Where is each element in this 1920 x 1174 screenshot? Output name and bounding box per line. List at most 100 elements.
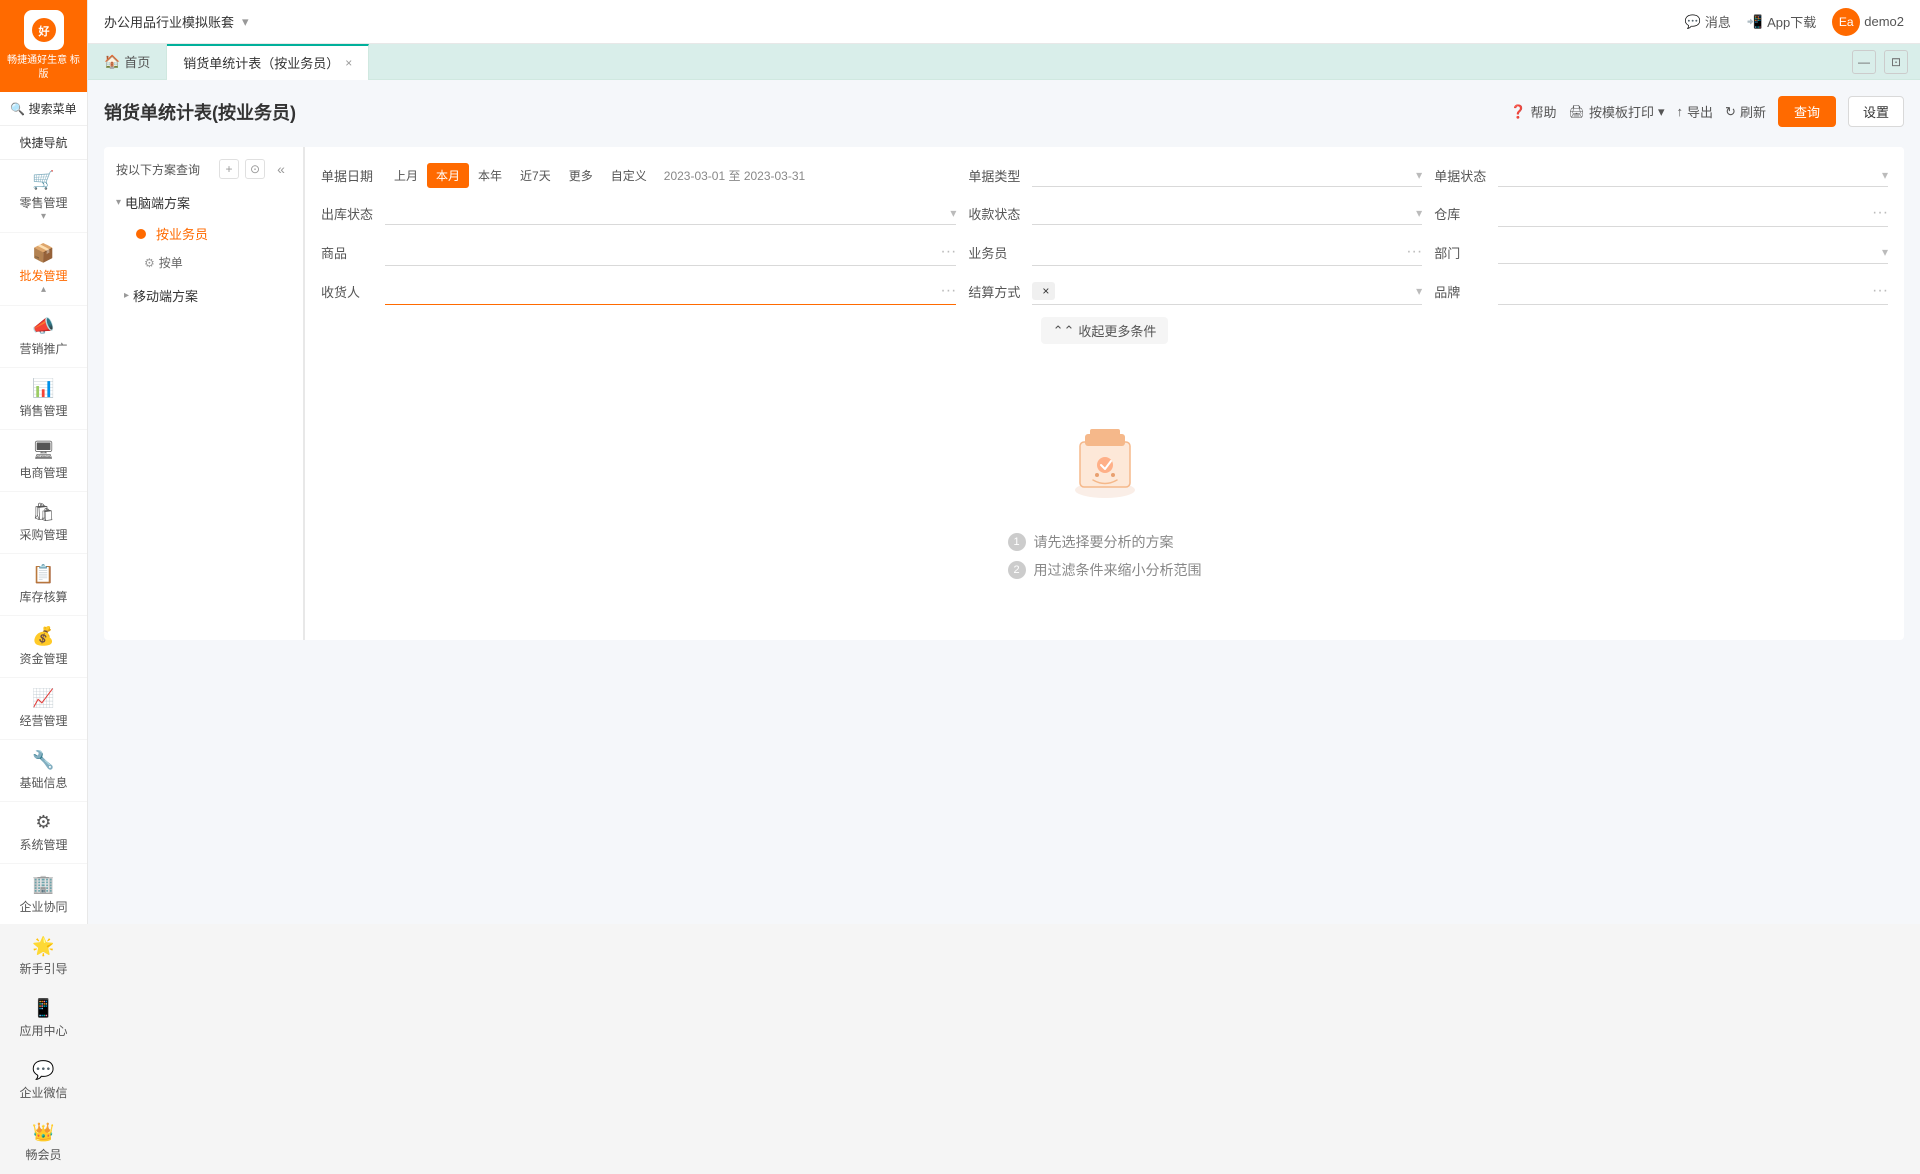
filter-row-1: 单据日期 上月 本月 本年 近7天 更多 自定义 2023-03-01 至 20… [321, 163, 1888, 188]
print-btn[interactable]: 🖨 按模板打印 ▾ [1568, 102, 1664, 121]
department-chevron: ▾ [1882, 245, 1888, 259]
sidebar-item-apps[interactable]: 📱 应用中心 [0, 988, 87, 1050]
out-status-label: 出库状态 [321, 204, 377, 223]
hint-text-2: 用过滤条件来缩小分析范围 [1034, 560, 1202, 580]
tab-close-icon[interactable]: × [345, 56, 352, 70]
goods-dots: ··· [940, 243, 956, 261]
brand-label: 品牌 [1434, 282, 1490, 301]
sidebar-item-stock[interactable]: 📋 库存核算 [0, 554, 87, 616]
sidebar-item-corp[interactable]: 🏢 企业协同 [0, 864, 87, 926]
sidebar-item-finance[interactable]: 💰 资金管理 [0, 616, 87, 678]
filter-out-status: 出库状态 ▾ [321, 202, 956, 225]
marketing-label: 营销推广 [19, 340, 67, 357]
sidebar-item-newbie[interactable]: 🌟 新手引导 [0, 926, 87, 988]
filter-goods: 商品 ··· [321, 239, 956, 266]
app-download-btn[interactable]: 📲 App下载 [1747, 12, 1816, 31]
sidebar-item-member[interactable]: 👑 畅会员 [0, 1112, 87, 1174]
page-title: 销货单统计表(按业务员) [104, 99, 296, 125]
doc-status-input[interactable]: ▾ [1498, 164, 1888, 187]
sidebar-item-ops[interactable]: 📈 经营管理 [0, 678, 87, 740]
salesperson-label: 业务员 [968, 243, 1024, 262]
help-btn[interactable]: ❓ 帮助 [1510, 102, 1556, 121]
collapse-btn[interactable]: ⌃⌃ 收起更多条件 [1041, 317, 1169, 344]
newbie-label: 新手引导 [19, 960, 67, 977]
finance-label: 资金管理 [19, 650, 67, 667]
sidebar-item-purchase[interactable]: 🛍 采购管理 [0, 492, 87, 554]
sidebar-item-ecom[interactable]: 🖥 电商管理 [0, 430, 87, 492]
user-menu[interactable]: Ea demo2 [1832, 8, 1904, 36]
tab-minimize-btn[interactable]: — [1852, 50, 1876, 74]
sidebar-item-system[interactable]: ⚙ 系统管理 [0, 802, 87, 864]
filter-date: 单据日期 上月 本月 本年 近7天 更多 自定义 2023-03-01 至 20… [321, 163, 956, 188]
brand-input[interactable]: ··· [1498, 278, 1888, 305]
department-label: 部门 [1434, 243, 1490, 262]
sidebar-item-marketing[interactable]: 📣 营销推广 [0, 306, 87, 368]
settings-btn[interactable]: 设置 [1848, 96, 1904, 127]
recv-status-input[interactable]: ▾ [1032, 202, 1422, 225]
ecom-label: 电商管理 [19, 464, 67, 481]
search-label: 搜索菜单 [29, 102, 77, 116]
export-btn[interactable]: ↑ 导出 [1677, 102, 1714, 121]
tab-maximize-btn[interactable]: ⊡ [1884, 50, 1908, 74]
consignee-input[interactable]: ··· [385, 278, 956, 305]
scheme-settings-btn[interactable]: ⊙ [245, 159, 265, 179]
warehouse-dots: ··· [1872, 204, 1888, 222]
tab-home[interactable]: 🏠 首页 [88, 44, 167, 80]
scheme-header: 按以下方案查询 + ⊙ « [104, 159, 303, 187]
date-btn-this-month[interactable]: 本月 [427, 163, 469, 188]
sidebar-item-basic[interactable]: 🔧 基础信息 [0, 740, 87, 802]
salesperson-dots: ··· [1406, 243, 1422, 261]
scheme-group-desktop-header[interactable]: ▾ 电脑端方案 [112, 187, 295, 218]
scheme-add-btn[interactable]: + [219, 159, 239, 179]
warehouse-input[interactable]: ··· [1498, 200, 1888, 227]
filter-row-3: 商品 ··· 业务员 ··· [321, 239, 1888, 266]
sidebar-item-sales[interactable]: 📊 销售管理 [0, 368, 87, 430]
topbar: 办公用品行业模拟账套 ▾ 💬 消息 📲 App下载 Ea demo2 [88, 0, 1920, 44]
sidebar-item-wholesale[interactable]: 📦 批发管理 ▴ [0, 233, 87, 306]
active-dot [136, 229, 146, 239]
warehouse-label: 仓库 [1434, 204, 1490, 223]
filter-recv-status: 收款状态 ▾ [968, 202, 1422, 225]
query-btn[interactable]: 查询 [1778, 96, 1836, 127]
scheme-item-by-order[interactable]: ⚙ 按单 [112, 249, 295, 276]
sidebar-logo[interactable]: 好 畅捷通好生意 标版 [0, 0, 87, 92]
goods-input[interactable]: ··· [385, 239, 956, 266]
sidebar-search[interactable]: 🔍 搜索菜单 [0, 92, 87, 126]
home-icon: 🏠 [104, 54, 120, 70]
sidebar-item-retail[interactable]: 🛒 零售管理 ▾ [0, 160, 87, 233]
payment-tag-close[interactable]: × [1042, 284, 1049, 298]
scheme-by-order-label: 按单 [159, 254, 183, 271]
tab-sales-stat[interactable]: 销货单统计表（按业务员） × [167, 44, 369, 80]
department-input[interactable]: ▾ [1498, 241, 1888, 264]
marketing-icon: 📣 [32, 316, 54, 337]
topbar-right: 💬 消息 📲 App下载 Ea demo2 [1685, 8, 1904, 36]
date-btn-7days[interactable]: 近7天 [511, 163, 560, 188]
payment-input[interactable]: × ▾ [1032, 278, 1422, 305]
account-dropdown-icon[interactable]: ▾ [242, 14, 249, 30]
empty-state: 1 请先选择要分析的方案 2 用过滤条件来缩小分析范围 [305, 352, 1904, 640]
sidebar-item-wechat[interactable]: 💬 企业微信 [0, 1050, 87, 1112]
hint-text-1: 请先选择要分析的方案 [1034, 532, 1174, 552]
date-btn-last-month[interactable]: 上月 [385, 163, 427, 188]
filter-warehouse: 仓库 ··· [1434, 200, 1888, 227]
salesperson-input[interactable]: ··· [1032, 239, 1422, 266]
scheme-collapse-btn[interactable]: « [271, 159, 291, 179]
date-btn-custom[interactable]: 自定义 [602, 163, 656, 188]
message-btn[interactable]: 💬 消息 [1685, 12, 1731, 31]
apps-icon: 📱 [32, 998, 54, 1019]
sidebar-quick-nav[interactable]: 快捷导航 [0, 126, 87, 160]
scheme-mobile-header[interactable]: ▸ 移动端方案 [112, 280, 295, 311]
newbie-icon: 🌟 [32, 936, 54, 957]
basic-icon: 🔧 [32, 750, 54, 771]
date-btn-more[interactable]: 更多 [560, 163, 602, 188]
doc-type-input[interactable]: ▾ [1032, 164, 1422, 187]
scheme-item-by-salesperson[interactable]: 按业务员 [112, 218, 295, 249]
collapse-row: ⌃⌃ 收起更多条件 [321, 317, 1888, 344]
retail-label: 零售管理 [19, 194, 67, 211]
download-icon: 📲 [1747, 14, 1763, 30]
wechat-icon: 💬 [32, 1060, 54, 1081]
date-btn-this-year[interactable]: 本年 [469, 163, 511, 188]
out-status-input[interactable]: ▾ [385, 202, 956, 225]
refresh-btn[interactable]: ↻ 刷新 [1725, 102, 1766, 121]
app-download-label: App下载 [1767, 12, 1816, 31]
